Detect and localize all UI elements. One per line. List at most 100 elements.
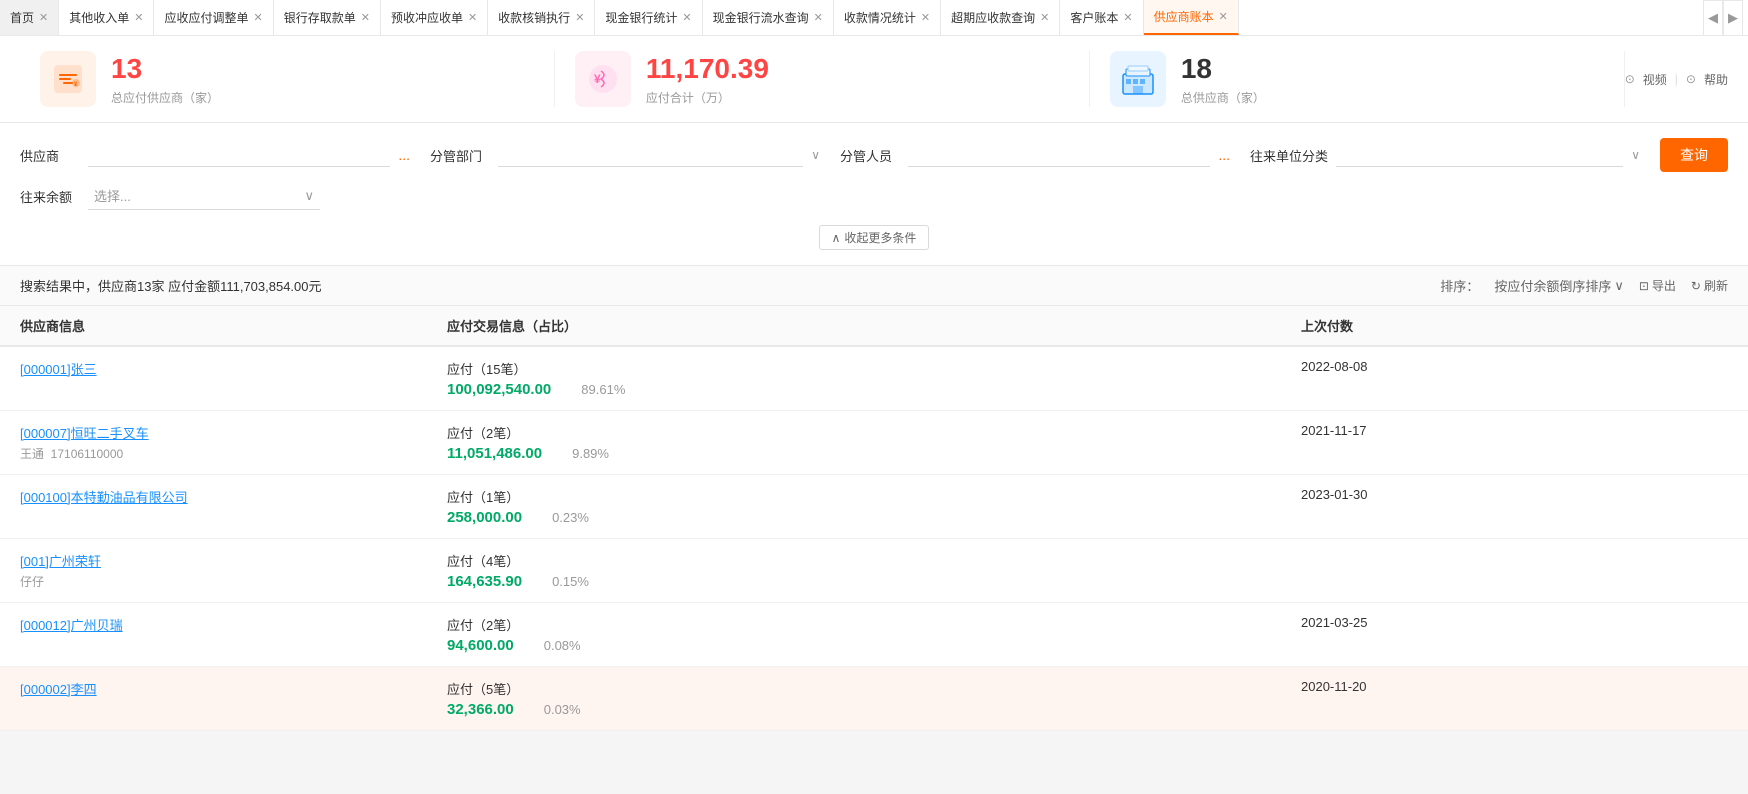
supplier-dots-icon[interactable]: ... <box>398 147 410 163</box>
dept-input[interactable] <box>498 143 803 167</box>
filter-item-balance: 往来余额 选择... ∨ <box>20 182 320 210</box>
sort-chevron-icon: ∨ <box>1614 278 1624 294</box>
nav-tab-receipt-verify-label: 收款核销执行 <box>498 9 570 26</box>
supplier-cell-001: [001]广州荣轩 仔仔 <box>20 551 447 590</box>
nav-tab-cash-bank-stat[interactable]: 现金银行统计 ✕ <box>595 0 702 35</box>
header-supplier-info: 供应商信息 <box>20 316 447 335</box>
supplier-cell-000007: [000007]恒旺二手叉车 王通 17106110000 <box>20 423 447 462</box>
nav-tab-receipt-verify-close[interactable]: ✕ <box>575 11 584 24</box>
transaction-amount-000012[interactable]: 94,600.00 <box>447 637 514 654</box>
transaction-label-000007: 应付（2笔） <box>447 423 1301 442</box>
nav-tab-other-income[interactable]: 其他收入单 ✕ <box>59 0 154 35</box>
nav-tab-cash-bank-flow[interactable]: 现金银行流水查询 ✕ <box>703 0 834 35</box>
transaction-label-000012: 应付（2笔） <box>447 615 1301 634</box>
stat-icon-payable-suppliers: ¥ <box>40 51 96 107</box>
supplier-link-001[interactable]: [001]广州荣轩 <box>20 554 101 569</box>
transaction-amount-000100[interactable]: 258,000.00 <box>447 509 522 526</box>
nav-tab-overdue-ar-close[interactable]: ✕ <box>1040 11 1049 24</box>
header-last-payment: 上次付数 <box>1301 316 1728 335</box>
nav-next-arrow[interactable]: ▶ <box>1723 0 1743 36</box>
transaction-percent-000007: 9.89% <box>572 446 609 461</box>
nav-tab-home-close[interactable]: ✕ <box>39 11 48 24</box>
transaction-percent-000002: 0.03% <box>544 702 581 717</box>
supplier-input[interactable] <box>88 143 390 167</box>
supplier-link-000001[interactable]: [000001]张三 <box>20 362 97 377</box>
transaction-label-000100: 应付（1笔） <box>447 487 1301 506</box>
nav-tab-prepay-ar-close[interactable]: ✕ <box>468 11 477 24</box>
nav-tab-supplier-ledger-close[interactable]: ✕ <box>1219 10 1228 23</box>
nav-tab-cash-bank-stat-label: 现金银行统计 <box>605 9 677 26</box>
stat-value-payable-suppliers: 13 <box>111 52 219 86</box>
nav-tab-overdue-ar[interactable]: 超期应收款查询 ✕ <box>941 0 1060 35</box>
category-chevron-icon[interactable]: ∨ <box>1631 148 1640 162</box>
video-icon: ⊙ <box>1625 72 1635 86</box>
last-payment-cell-000001: 2022-08-08 <box>1301 359 1728 374</box>
supplier-link-000007[interactable]: [000007]恒旺二手叉车 <box>20 426 149 441</box>
nav-tab-cash-bank-flow-label: 现金银行流水查询 <box>713 9 809 26</box>
stat-info-total-suppliers: 18 总供应商（家） <box>1181 52 1265 106</box>
transaction-amount-001[interactable]: 164,635.90 <box>447 573 522 590</box>
collapse-label: 收起更多条件 <box>844 229 916 246</box>
nav-tab-ar-ap-adjust-close[interactable]: ✕ <box>253 11 262 24</box>
transaction-amount-000007[interactable]: 11,051,486.00 <box>447 445 542 462</box>
balance-placeholder: 选择... <box>94 186 131 205</box>
refresh-button[interactable]: ↻ 刷新 <box>1691 277 1728 294</box>
nav-tab-bank-deposit-close[interactable]: ✕ <box>361 11 370 24</box>
transaction-amount-000001[interactable]: 100,092,540.00 <box>447 381 551 398</box>
filter-item-supplier: 供应商 ... <box>20 143 410 167</box>
nav-tab-receipt-verify[interactable]: 收款核销执行 ✕ <box>488 0 595 35</box>
collapse-button[interactable]: ∧ 收起更多条件 <box>819 225 930 250</box>
stat-label-payable-suppliers: 总应付供应商（家） <box>111 89 219 106</box>
person-dots-icon[interactable]: ... <box>1218 147 1230 163</box>
nav-tab-customer-ledger[interactable]: 客户账本 ✕ <box>1060 0 1143 35</box>
transaction-percent-000001: 89.61% <box>581 382 625 397</box>
transaction-percent-000100: 0.23% <box>552 510 589 525</box>
nav-tab-supplier-ledger[interactable]: 供应商账本 ✕ <box>1144 0 1239 35</box>
stat-info-payable-amount: 11,170.39 应付合计（万） <box>646 52 769 106</box>
nav-tab-prepay-ar[interactable]: 预收冲应收单 ✕ <box>381 0 488 35</box>
nav-prev-arrow[interactable]: ◀ <box>1703 0 1723 36</box>
help-link[interactable]: 帮助 <box>1704 71 1728 88</box>
search-button[interactable]: 查询 <box>1660 138 1728 172</box>
nav-tab-ar-ap-adjust-label: 应收应付调整单 <box>164 9 248 26</box>
export-label: 导出 <box>1652 277 1676 294</box>
last-payment-date-000001: 2022-08-08 <box>1301 359 1368 374</box>
result-actions: 排序： 按应付余额倒序排序 ∨ ⊡ 导出 ↻ 刷新 <box>1440 276 1728 295</box>
nav-tab-cash-bank-stat-close[interactable]: ✕ <box>682 11 691 24</box>
table-row: [001]广州荣轩 仔仔 应付（4笔） 164,635.90 0.15% <box>0 539 1748 603</box>
transaction-label-001: 应付（4笔） <box>447 551 1301 570</box>
nav-tab-customer-ledger-close[interactable]: ✕ <box>1123 11 1132 24</box>
stat-card-total-suppliers: 18 总供应商（家） <box>1090 51 1625 107</box>
top-right-links: ⊙ 视频 | ⊙ 帮助 <box>1625 71 1728 88</box>
transaction-cell-000002: 应付（5笔） 32,366.00 0.03% <box>447 679 1301 718</box>
collapse-up-icon: ∧ <box>832 231 841 245</box>
category-input[interactable] <box>1336 143 1623 167</box>
supplier-link-000100[interactable]: [000100]本特勤油品有限公司 <box>20 490 188 505</box>
nav-tab-bank-deposit[interactable]: 银行存取款单 ✕ <box>274 0 381 35</box>
balance-select[interactable]: 选择... ∨ <box>88 182 320 210</box>
transaction-amount-000002[interactable]: 32,366.00 <box>447 701 514 718</box>
nav-tab-receipt-stat[interactable]: 收款情况统计 ✕ <box>834 0 941 35</box>
nav-tab-home[interactable]: 首页 ✕ <box>0 0 59 35</box>
dept-chevron-icon[interactable]: ∨ <box>811 148 820 162</box>
data-table: 供应商信息 应付交易信息（占比） 上次付数 [000001]张三 应付（15笔）… <box>0 306 1748 731</box>
person-input[interactable] <box>908 143 1210 167</box>
transaction-cell-000012: 应付（2笔） 94,600.00 0.08% <box>447 615 1301 654</box>
nav-tab-cash-bank-flow-close[interactable]: ✕ <box>814 11 823 24</box>
filter-row-1: 供应商 ... 分管部门 ∨ 分管人员 ... 往来单位分类 ∨ 查询 <box>20 138 1728 172</box>
nav-tab-other-income-close[interactable]: ✕ <box>134 11 143 24</box>
supplier-link-000012[interactable]: [000012]广州贝瑞 <box>20 618 123 633</box>
last-payment-cell-000100: 2023-01-30 <box>1301 487 1728 502</box>
nav-tab-ar-ap-adjust[interactable]: 应收应付调整单 ✕ <box>154 0 273 35</box>
filter-area: 供应商 ... 分管部门 ∨ 分管人员 ... 往来单位分类 ∨ 查询 往来余额… <box>0 123 1748 266</box>
stats-row: ¥ 13 总应付供应商（家） ¥ 11,170.39 应付合计（万） <box>0 36 1748 123</box>
result-summary: 搜索结果中，供应商13家 应付金额111,703,854.00元 排序： 按应付… <box>0 266 1748 306</box>
nav-tab-supplier-ledger-label: 供应商账本 <box>1154 8 1214 25</box>
supplier-link-000002[interactable]: [000002]李四 <box>20 682 97 697</box>
export-button[interactable]: ⊡ 导出 <box>1639 277 1676 294</box>
video-link[interactable]: 视频 <box>1643 71 1667 88</box>
stat-icon-payable-amount: ¥ <box>575 51 631 107</box>
sort-button[interactable]: 按应付余额倒序排序 ∨ <box>1494 276 1624 295</box>
table-row: [000012]广州贝瑞 应付（2笔） 94,600.00 0.08% 2021… <box>0 603 1748 667</box>
nav-tab-receipt-stat-close[interactable]: ✕ <box>921 11 930 24</box>
